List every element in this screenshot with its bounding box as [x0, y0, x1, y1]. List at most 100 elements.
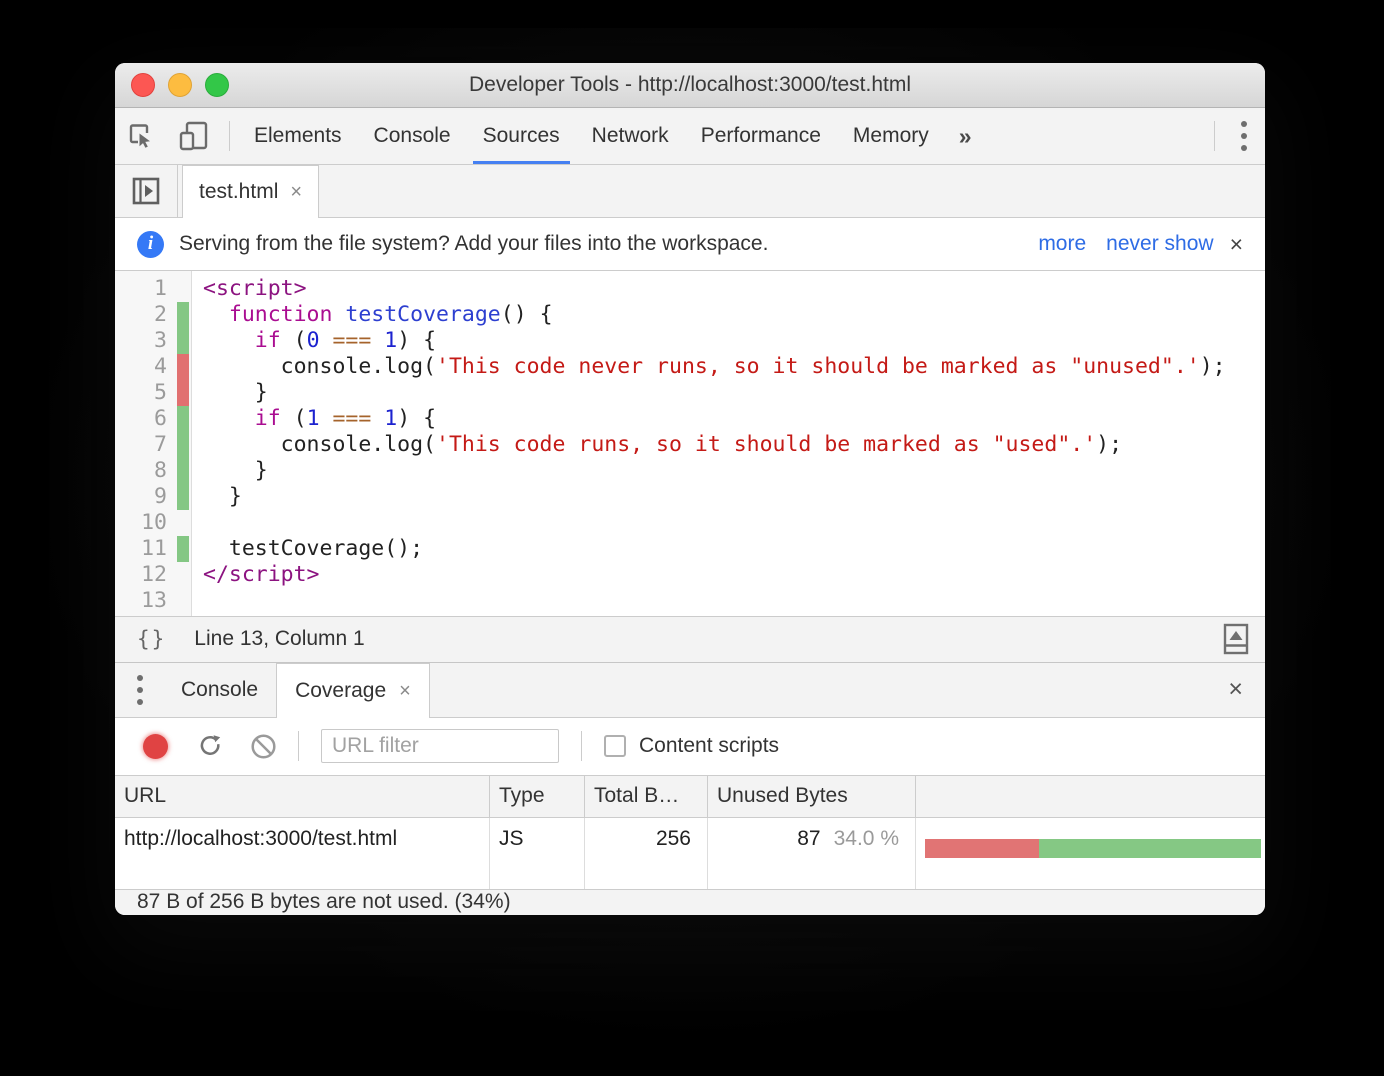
code-line[interactable]: 9 } [115, 484, 1265, 510]
panel-tab-memory[interactable]: Memory [837, 108, 945, 164]
editor-status-bar: {} Line 13, Column 1 [115, 616, 1265, 662]
clear-icon[interactable] [250, 733, 277, 760]
panel-tab-network[interactable]: Network [576, 108, 685, 164]
pretty-print-icon[interactable]: {} [137, 627, 166, 651]
coverage-marker [177, 354, 189, 380]
unused-bytes-value: 87 [797, 827, 820, 889]
code-text: testCoverage(); [189, 536, 423, 562]
coverage-summary-text: 87 B of 256 B bytes are not used. (34%) [137, 890, 511, 914]
code-line[interactable]: 3 if (0 === 1) { [115, 328, 1265, 354]
code-line[interactable]: 8 } [115, 458, 1265, 484]
title-bar: Developer Tools - http://localhost:3000/… [115, 63, 1265, 108]
row-unused-bytes-cell: 87 34.0 % [708, 818, 916, 889]
code-line[interactable]: 5 } [115, 380, 1265, 406]
coverage-marker [177, 302, 189, 328]
file-tab-bar: test.html × [115, 165, 1265, 218]
coverage-marker [177, 406, 189, 432]
inspect-element-icon[interactable] [115, 108, 167, 164]
url-filter-input[interactable] [321, 729, 559, 763]
tab-coverage[interactable]: Coverage × [276, 663, 430, 718]
toolbar-separator-right [1214, 121, 1215, 151]
line-number: 2 [115, 302, 177, 328]
coverage-summary-bar: 87 B of 256 B bytes are not used. (34%) [115, 889, 1265, 916]
used-bar-segment [1039, 839, 1261, 858]
coverage-marker [177, 458, 189, 484]
code-line[interactable]: 7 console.log('This code runs, so it sho… [115, 432, 1265, 458]
column-header-unused-bytes[interactable]: Unused Bytes [708, 776, 916, 817]
code-line[interactable]: 13 [115, 588, 1265, 614]
coverage-marker [177, 588, 189, 614]
panel-tab-strip: ElementsConsoleSourcesNetworkPerformance… [238, 108, 945, 164]
workspace-infobar: i Serving from the file system? Add your… [115, 218, 1265, 271]
panel-tab-sources[interactable]: Sources [467, 108, 576, 164]
code-line[interactable]: 4 console.log('This code never runs, so … [115, 354, 1265, 380]
code-text: } [189, 380, 268, 406]
code-text: <script> [189, 276, 307, 302]
panel-tab-console[interactable]: Console [358, 108, 467, 164]
coverage-marker [177, 510, 189, 536]
device-toolbar-icon[interactable] [167, 108, 221, 164]
tab-console[interactable]: Console [163, 663, 276, 717]
expand-panel-icon[interactable] [1221, 622, 1251, 656]
panel-tab-elements[interactable]: Elements [238, 108, 358, 164]
close-tab-icon[interactable]: × [290, 182, 302, 202]
code-text: function testCoverage() { [189, 302, 553, 328]
code-text: } [189, 458, 268, 484]
column-header-total-bytes[interactable]: Total B… [585, 776, 708, 817]
window-title: Developer Tools - http://localhost:3000/… [469, 73, 911, 97]
source-editor[interactable]: 1<script>2 function testCoverage() {3 if… [115, 271, 1265, 616]
content-scripts-checkbox[interactable] [604, 735, 626, 757]
coverage-marker [177, 276, 189, 302]
code-line[interactable]: 2 function testCoverage() { [115, 302, 1265, 328]
close-coverage-tab-icon[interactable]: × [399, 681, 411, 701]
drawer-menu-kebab-icon[interactable] [115, 663, 163, 717]
coverage-toolbar-separator [298, 731, 299, 761]
column-header-type[interactable]: Type [490, 776, 585, 817]
panel-tab-performance[interactable]: Performance [685, 108, 837, 164]
row-total-bytes-cell: 256 [585, 818, 708, 889]
row-url-cell[interactable]: http://localhost:3000/test.html [115, 818, 490, 889]
line-number: 8 [115, 458, 177, 484]
code-line[interactable]: 6 if (1 === 1) { [115, 406, 1265, 432]
line-number: 7 [115, 432, 177, 458]
reload-icon[interactable] [197, 733, 224, 760]
show-navigator-icon[interactable] [115, 165, 178, 217]
content-scripts-label: Content scripts [639, 734, 779, 758]
more-link[interactable]: more [1038, 232, 1086, 256]
line-number: 1 [115, 276, 177, 302]
tab-test-html[interactable]: test.html × [182, 165, 319, 218]
code-line[interactable]: 11 testCoverage(); [115, 536, 1265, 562]
minimize-window-button[interactable] [168, 73, 192, 97]
code-line[interactable]: 12</script> [115, 562, 1265, 588]
line-number: 9 [115, 484, 177, 510]
code-text: if (0 === 1) { [189, 328, 436, 354]
drawer-tab-bar: Console Coverage × × [115, 662, 1265, 718]
line-number: 4 [115, 354, 177, 380]
coverage-marker [177, 562, 189, 588]
code-text: console.log('This code runs, so it shoul… [189, 432, 1122, 458]
record-coverage-icon[interactable] [143, 734, 168, 759]
coverage-marker [177, 536, 189, 562]
code-line[interactable]: 10 [115, 510, 1265, 536]
coverage-bar [925, 839, 1261, 858]
code-text [189, 510, 203, 536]
column-header-bar [916, 776, 1265, 817]
zoom-window-button[interactable] [205, 73, 229, 97]
line-number: 5 [115, 380, 177, 406]
code-area: 1<script>2 function testCoverage() {3 if… [115, 271, 1265, 614]
close-window-button[interactable] [131, 73, 155, 97]
main-menu-kebab-icon[interactable] [1223, 108, 1265, 164]
infobar-close-icon[interactable]: × [1230, 231, 1243, 258]
info-icon: i [137, 231, 164, 258]
line-number: 12 [115, 562, 177, 588]
column-header-url[interactable]: URL [115, 776, 490, 817]
code-line[interactable]: 1 <script> [115, 276, 1265, 302]
row-coverage-bar-cell [916, 818, 1265, 889]
file-tab-label: test.html [199, 180, 278, 204]
never-show-link[interactable]: never show [1106, 232, 1213, 256]
line-number: 6 [115, 406, 177, 432]
close-drawer-icon[interactable]: × [1206, 663, 1265, 717]
traffic-lights [131, 63, 229, 107]
coverage-marker [177, 328, 189, 354]
more-tabs-button[interactable]: » [945, 108, 986, 164]
